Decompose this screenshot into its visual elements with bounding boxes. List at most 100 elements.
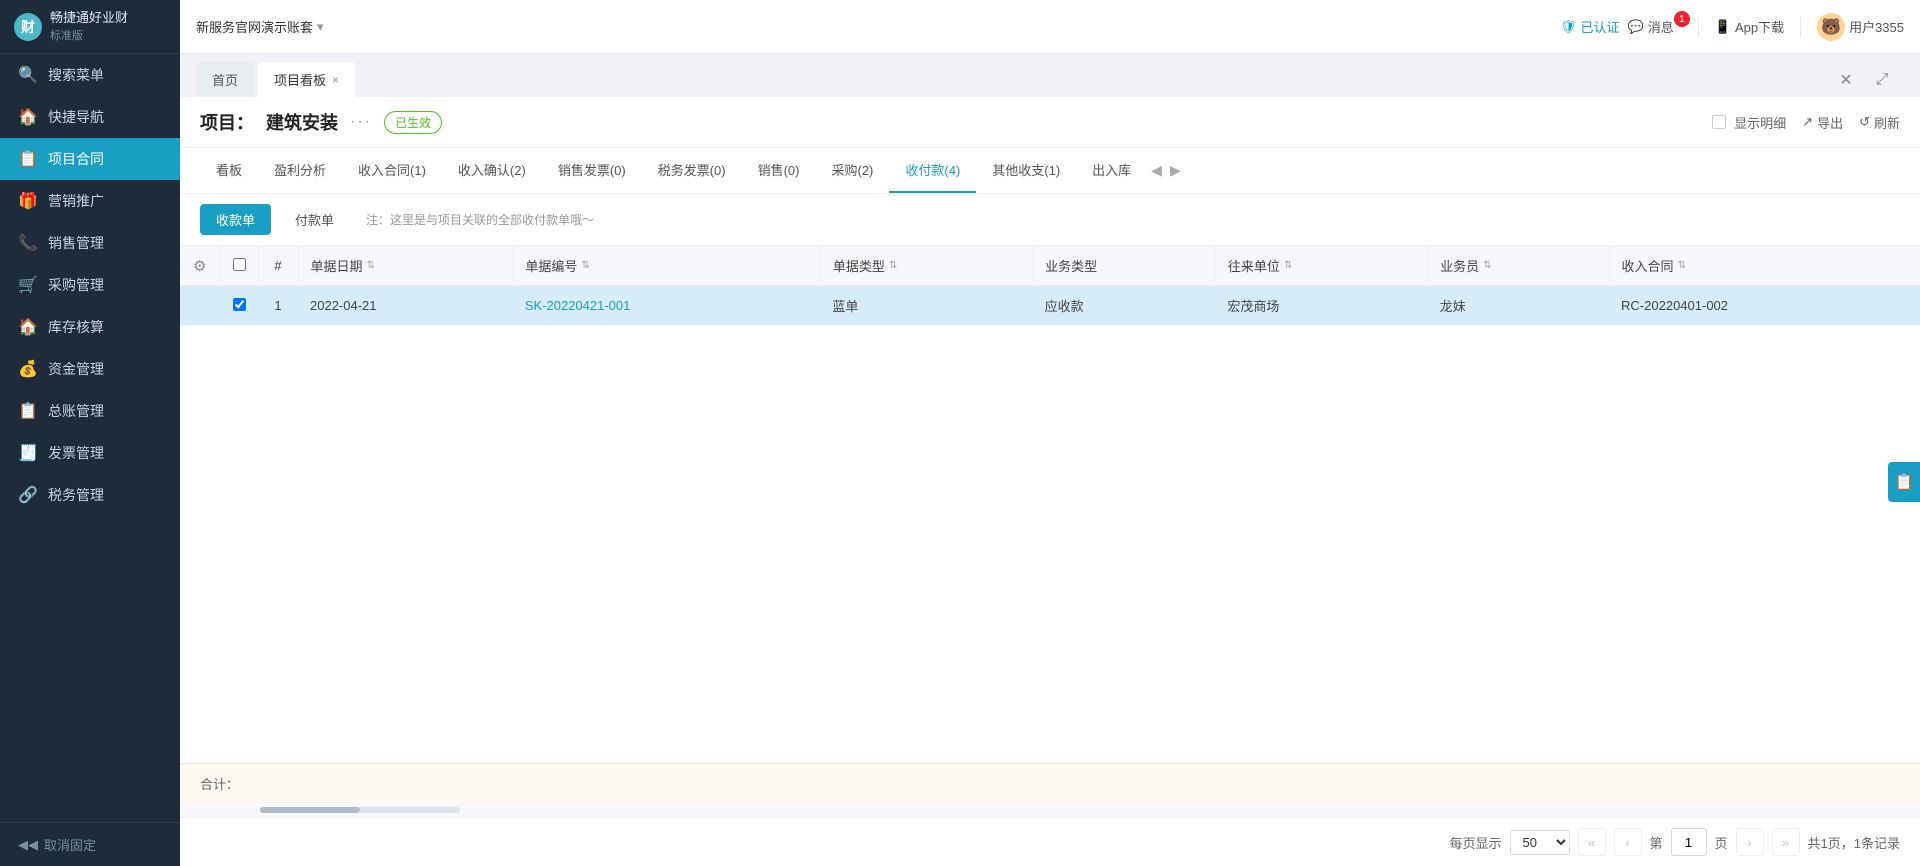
- purchase-icon: 🛒: [18, 275, 38, 295]
- chat-icon: 💬: [1628, 19, 1644, 35]
- th-type: 单据类型 ⇅: [820, 246, 1032, 286]
- subnav-item-tax_invoice[interactable]: 税务发票(0): [642, 148, 742, 193]
- subnav-item-other_expense[interactable]: 其他收支(1): [976, 148, 1076, 193]
- user-btn[interactable]: 🐻 用户3355: [1817, 13, 1904, 41]
- sidebar-item-label: 库存核算: [48, 317, 104, 337]
- shield-icon: 🛡: [1560, 19, 1577, 35]
- th-check: [220, 246, 258, 286]
- subnav-item-income_contract[interactable]: 收入合同(1): [342, 148, 442, 193]
- row-checkbox[interactable]: [233, 298, 246, 311]
- page-input[interactable]: [1671, 828, 1707, 856]
- show-detail-btn[interactable]: 显示明细: [1712, 113, 1786, 132]
- total-info: 共1页，1条记录: [1808, 833, 1900, 852]
- th-partner: 往来单位 ⇅: [1215, 246, 1427, 286]
- sort-date-icon[interactable]: ⇅: [367, 260, 375, 271]
- sort-contract-icon[interactable]: ⇅: [1678, 260, 1686, 271]
- tab-kanban-close[interactable]: ×: [332, 74, 339, 86]
- sidebar-logo: 财 畅捷通好业财 标准版: [0, 0, 180, 54]
- refresh-btn[interactable]: ↺ 刷新: [1859, 113, 1900, 132]
- sidebar-item-invoice[interactable]: 🧾发票管理: [0, 432, 180, 474]
- table-row: 1 2022-04-21 SK-20220421-001 蓝单 应收款 宏茂商场…: [180, 286, 1920, 326]
- tab-home[interactable]: 首页: [196, 62, 254, 97]
- sort-type-icon[interactable]: ⇅: [889, 260, 897, 271]
- sort-salesperson-icon[interactable]: ⇅: [1483, 260, 1491, 271]
- divider-2: [1800, 17, 1801, 37]
- next-page-btn[interactable]: ›: [1736, 828, 1764, 856]
- topbar-right: 💬 消息 1 📱 App下载 🐻 用户3355: [1620, 13, 1904, 41]
- scrollbar-track[interactable]: [260, 807, 460, 813]
- per-page-select[interactable]: 50 100 200: [1510, 830, 1570, 855]
- topbar-certified: 🛡 已认证: [1560, 17, 1620, 36]
- sidebar-item-label: 搜索菜单: [48, 65, 104, 85]
- first-page-btn[interactable]: «: [1578, 828, 1606, 856]
- sidebar-item-inventory[interactable]: 🏠库存核算: [0, 306, 180, 348]
- sidebar: 财 畅捷通好业财 标准版 🔍 搜索菜单 🏠快捷导航📋项目合同🎁营销推广📞销售管理🛒采…: [0, 0, 180, 866]
- row-check-cell: [220, 286, 258, 326]
- last-page-btn[interactable]: »: [1772, 828, 1800, 856]
- table-container: ⚙ # 单据日期 ⇅: [180, 246, 1920, 763]
- topbar-dropdown-icon[interactable]: ▾: [317, 19, 324, 35]
- subnav-item-sales_invoice[interactable]: 销售发票(0): [542, 148, 642, 193]
- export-icon: ↗: [1802, 114, 1813, 130]
- select-all-checkbox[interactable]: [233, 258, 246, 271]
- export-btn[interactable]: ↗ 导出: [1802, 113, 1843, 132]
- payment-toggle-btn[interactable]: 付款单: [279, 204, 350, 235]
- user-label: 用户3355: [1849, 17, 1904, 36]
- subnav-arrow-left[interactable]: ◀: [1147, 154, 1166, 187]
- sidebar-item-search[interactable]: 🔍 搜索菜单: [0, 54, 180, 96]
- message-label: 消息: [1648, 17, 1674, 36]
- prev-page-btn[interactable]: ‹: [1614, 828, 1642, 856]
- settings-icon[interactable]: ⚙: [193, 258, 206, 275]
- project-more-icon[interactable]: ···: [350, 113, 372, 131]
- message-btn[interactable]: 💬 消息 1: [1620, 17, 1682, 36]
- message-badge: 1: [1674, 11, 1690, 27]
- app-download-btn[interactable]: 📱 App下载: [1715, 17, 1784, 36]
- subnav-item-kanban[interactable]: 看板: [200, 148, 258, 193]
- sidebar-item-purchase[interactable]: 🛒采购管理: [0, 264, 180, 306]
- subnav-arrow-right[interactable]: ▶: [1166, 154, 1185, 187]
- app-subtitle: 标准版: [50, 27, 128, 43]
- window-close-btn[interactable]: ✕: [1832, 66, 1860, 94]
- scrollbar-thumb[interactable]: [260, 807, 360, 813]
- th-biz-type: 业务类型: [1033, 246, 1216, 286]
- sidebar-item-sales[interactable]: 📞销售管理: [0, 222, 180, 264]
- app-logo-icon: 财: [14, 13, 42, 41]
- sidebar-item-marketing[interactable]: 🎁营销推广: [0, 180, 180, 222]
- subnav-item-purchase[interactable]: 采购(2): [815, 148, 889, 193]
- sidebar-item-ledger[interactable]: 📋总账管理: [0, 390, 180, 432]
- shortcut-icon: 🏠: [18, 107, 38, 127]
- sub-content: 收款单 付款单 注：这里是与项目关联的全部收付款单哦～ ⚙: [180, 194, 1920, 866]
- sidebar-item-tax[interactable]: 🔗税务管理: [0, 474, 180, 516]
- show-detail-checkbox[interactable]: [1712, 115, 1726, 129]
- subnav-item-receipt[interactable]: 收付款(4): [889, 148, 976, 193]
- summary-row: 合计：: [180, 763, 1920, 803]
- subnav: 看板盈利分析收入合同(1)收入确认(2)销售发票(0)税务发票(0)销售(0)采…: [180, 148, 1920, 194]
- subnav-item-warehouse[interactable]: 出入库: [1076, 148, 1147, 193]
- content-wrapper: 项目： 建筑安装 ··· 已生效 显示明细 ↗ 导出 ↺ 刷新: [180, 97, 1920, 866]
- subnav-item-sales[interactable]: 销售(0): [742, 148, 816, 193]
- receipt-toggle-btn[interactable]: 收款单: [200, 204, 271, 235]
- ledger-icon: 📋: [18, 401, 38, 421]
- sidebar-item-label: 销售管理: [48, 233, 104, 253]
- sidebar-unpin-btn[interactable]: ◀◀ 取消固定: [0, 822, 180, 866]
- sort-code-icon[interactable]: ⇅: [581, 260, 589, 271]
- row-partner-cell: 宏茂商场: [1215, 286, 1427, 326]
- phone-icon: 📱: [1715, 19, 1731, 35]
- sidebar-item-finance[interactable]: 💰资金管理: [0, 348, 180, 390]
- show-detail-label: 显示明细: [1734, 113, 1786, 132]
- row-num-cell: 1: [258, 286, 298, 326]
- search-icon: 🔍: [18, 65, 38, 85]
- row-code-link[interactable]: SK-20220421-001: [525, 298, 631, 313]
- subnav-item-profit[interactable]: 盈利分析: [258, 148, 342, 193]
- sidebar-item-contract[interactable]: 📋项目合同: [0, 138, 180, 180]
- divider-1: [1698, 17, 1699, 37]
- subnav-item-income_confirm[interactable]: 收入确认(2): [442, 148, 542, 193]
- float-panel-btn[interactable]: 📋: [1888, 462, 1920, 502]
- row-contract-cell: RC-20220401-002: [1609, 286, 1920, 326]
- sort-partner-icon[interactable]: ⇅: [1284, 260, 1292, 271]
- topbar-project: 新服务官网演示账套 ▾: [196, 17, 1544, 36]
- window-expand-btn[interactable]: ⤢: [1868, 66, 1896, 94]
- sidebar-item-label: 资金管理: [48, 359, 104, 379]
- tab-kanban[interactable]: 项目看板 ×: [258, 62, 355, 97]
- sidebar-item-shortcut[interactable]: 🏠快捷导航: [0, 96, 180, 138]
